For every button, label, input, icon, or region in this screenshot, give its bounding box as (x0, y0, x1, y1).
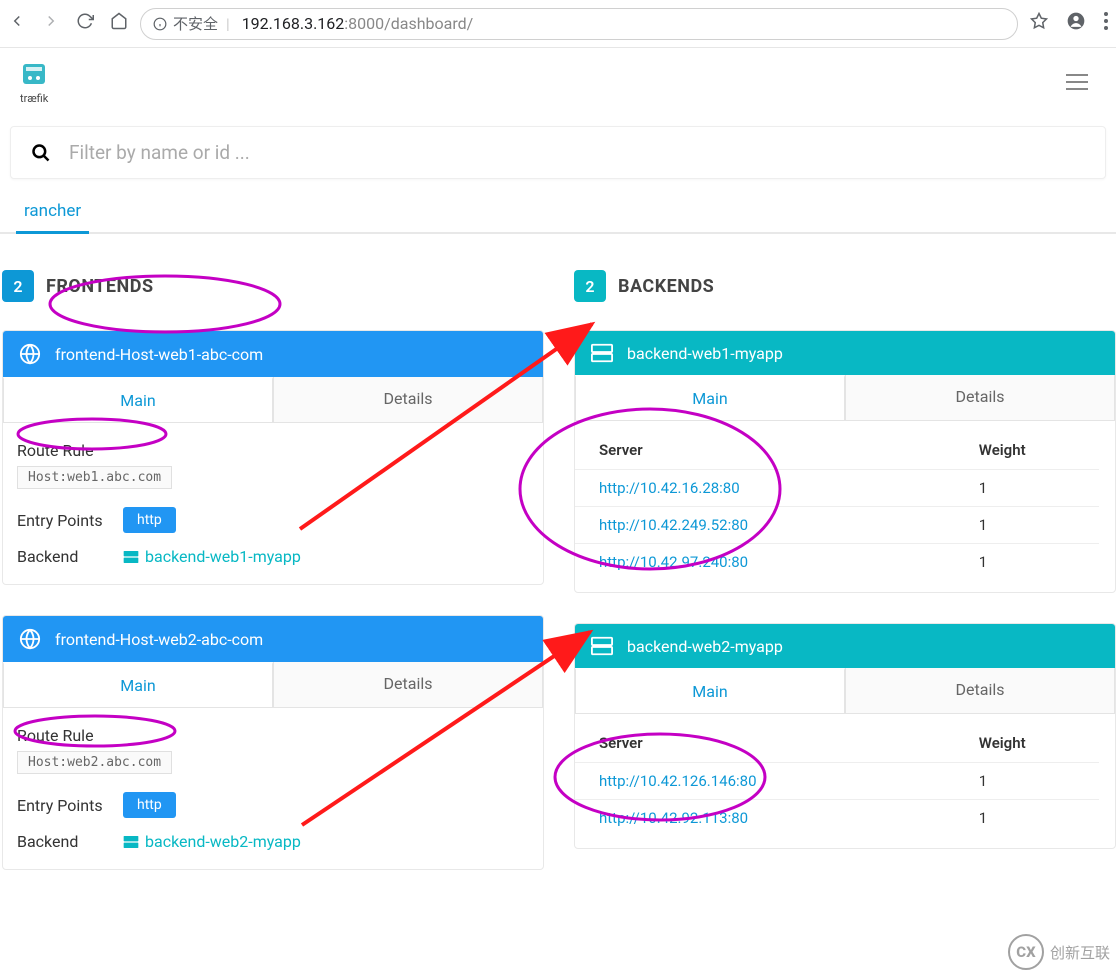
frontends-column: 2 FRONTENDS frontend-Host-web1-abc-com M… (2, 270, 544, 900)
watermark-text: 创新互联 (1050, 942, 1110, 963)
server-url[interactable]: http://10.42.92.113:80 (575, 800, 979, 837)
provider-tabs: rancher (0, 191, 1116, 234)
insecure-label: 不安全 (173, 13, 218, 34)
server-column-header: Server (575, 433, 979, 470)
card-tab-main[interactable]: Main (3, 662, 273, 708)
backend-name: backend-web2-myapp (627, 637, 783, 656)
table-row: http://10.42.249.52:801 (575, 507, 1099, 544)
server-weight: 1 (979, 470, 1099, 507)
server-url[interactable]: http://10.42.97.240:80 (575, 544, 979, 581)
server-table: Server Weight http://10.42.16.28:801 htt… (575, 433, 1099, 580)
table-row: http://10.42.16.28:801 (575, 470, 1099, 507)
server-weight: 1 (979, 544, 1099, 581)
server-icon (591, 343, 613, 363)
globe-icon (19, 628, 41, 650)
forward-icon[interactable] (42, 12, 60, 35)
frontend-name: frontend-Host-web1-abc-com (55, 345, 263, 364)
card-tab-main[interactable]: Main (575, 668, 845, 714)
card-tab-details[interactable]: Details (845, 375, 1115, 421)
server-url[interactable]: http://10.42.249.52:80 (575, 507, 979, 544)
backend-link[interactable]: backend-web2-myapp (123, 832, 301, 851)
server-icon (591, 636, 613, 656)
backend-link[interactable]: backend-web1-myapp (123, 547, 301, 566)
card-tab-details[interactable]: Details (845, 668, 1115, 714)
backend-label: Backend (17, 832, 105, 851)
watermark-logo-icon: CX (1008, 934, 1044, 970)
tab-rancher[interactable]: rancher (16, 191, 89, 234)
frontend-name: frontend-Host-web2-abc-com (55, 630, 263, 649)
route-rule-value: Host:web2.abc.com (17, 751, 172, 774)
frontends-title: FRONTENDS (46, 276, 154, 297)
route-rule-label: Route Rule (17, 441, 529, 460)
info-icon (153, 17, 167, 31)
server-icon (123, 550, 139, 564)
card-tab-main[interactable]: Main (575, 375, 845, 421)
route-rule-label: Route Rule (17, 726, 529, 745)
backends-title: BACKENDS (618, 276, 714, 297)
url-bar[interactable]: 不安全 | 192.168.3.162:8000/dashboard/ (140, 8, 1018, 40)
back-icon[interactable] (8, 12, 26, 35)
weight-column-header: Weight (979, 433, 1099, 470)
route-rule-value: Host:web1.abc.com (17, 466, 172, 489)
hamburger-icon[interactable] (1066, 81, 1088, 83)
table-row: http://10.42.126.146:801 (575, 763, 1099, 800)
entry-points-label: Entry Points (17, 511, 105, 530)
home-icon[interactable] (110, 12, 128, 35)
server-weight: 1 (979, 507, 1099, 544)
card-tab-details[interactable]: Details (273, 662, 543, 708)
server-url[interactable]: http://10.42.126.146:80 (575, 763, 979, 800)
search-input[interactable] (69, 141, 1085, 164)
backends-column: 2 BACKENDS backend-web1-myapp Main Detai… (574, 270, 1116, 879)
search-box (10, 126, 1106, 179)
url-text: 192.168.3.162:8000/dashboard/ (242, 14, 474, 33)
backend-card: backend-web1-myapp Main Details Server W… (574, 330, 1116, 593)
reload-icon[interactable] (76, 12, 94, 35)
backend-name: backend-web1-myapp (627, 344, 783, 363)
entry-points-label: Entry Points (17, 796, 105, 815)
traefik-logo: træfik (20, 60, 48, 105)
card-tab-main[interactable]: Main (3, 377, 273, 423)
server-table: Server Weight http://10.42.126.146:801 h… (575, 726, 1099, 836)
kebab-menu-icon[interactable] (1104, 12, 1108, 35)
frontend-card: frontend-Host-web1-abc-com Main Details … (2, 330, 544, 585)
entry-point-pill: http (123, 507, 176, 533)
globe-icon (19, 343, 41, 365)
server-icon (123, 835, 139, 849)
star-icon[interactable] (1030, 12, 1048, 35)
frontend-card: frontend-Host-web2-abc-com Main Details … (2, 615, 544, 870)
backends-count-badge: 2 (574, 270, 606, 302)
search-icon (31, 143, 51, 163)
profile-icon[interactable] (1066, 11, 1086, 36)
table-row: http://10.42.97.240:801 (575, 544, 1099, 581)
backend-card: backend-web2-myapp Main Details Server W… (574, 623, 1116, 849)
logo-text: træfik (20, 92, 48, 105)
card-tab-details[interactable]: Details (273, 377, 543, 423)
app-topbar: træfik (0, 48, 1116, 116)
server-url[interactable]: http://10.42.16.28:80 (575, 470, 979, 507)
server-column-header: Server (575, 726, 979, 763)
server-weight: 1 (979, 763, 1099, 800)
backend-label: Backend (17, 547, 105, 566)
server-weight: 1 (979, 800, 1099, 837)
browser-toolbar: 不安全 | 192.168.3.162:8000/dashboard/ (0, 0, 1116, 48)
entry-point-pill: http (123, 792, 176, 818)
weight-column-header: Weight (979, 726, 1099, 763)
table-row: http://10.42.92.113:801 (575, 800, 1099, 837)
frontends-count-badge: 2 (2, 270, 34, 302)
watermark: CX 创新互联 (1008, 934, 1110, 970)
